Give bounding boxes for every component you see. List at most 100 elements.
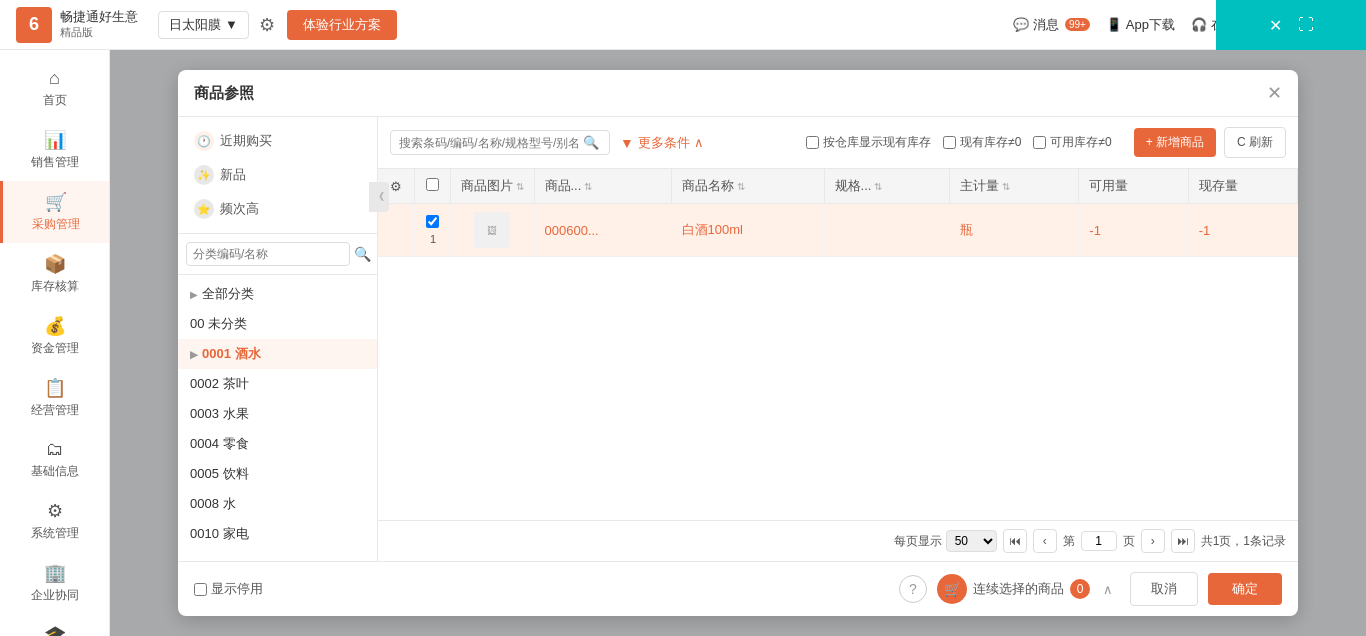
- teal-close-icon[interactable]: ✕: [1269, 16, 1282, 35]
- checkbox-stock-nonzero[interactable]: 现有库存≠0: [943, 134, 1021, 151]
- checkbox-available-nonzero-input[interactable]: [1033, 136, 1046, 149]
- show-disabled-checkbox-label[interactable]: 显示停用: [194, 580, 263, 598]
- recent-icon: 🕐: [194, 131, 214, 151]
- cart-count: 0: [1070, 579, 1090, 599]
- category-beverage[interactable]: 0005 饮料: [178, 459, 377, 489]
- refresh-button[interactable]: C 刷新: [1224, 127, 1286, 158]
- available-col-header: 可用量: [1079, 169, 1188, 204]
- new-product-item[interactable]: ✨ 新品: [186, 159, 369, 191]
- app-edition: 精品版: [60, 25, 138, 40]
- category-liquor[interactable]: ▶ 0001 酒水: [178, 339, 377, 369]
- category-liquor-label: 0001 酒水: [202, 345, 261, 363]
- sort-icon: ⇅: [516, 181, 524, 192]
- checkbox-stock-nonzero-input[interactable]: [943, 136, 956, 149]
- page-number-input[interactable]: [1081, 531, 1117, 551]
- store-selector[interactable]: 日太阳膜 ▼: [158, 11, 249, 39]
- collapse-cart-button[interactable]: ∧: [1096, 577, 1120, 601]
- sales-icon: 📊: [44, 129, 66, 151]
- product-stock: -1: [1199, 223, 1211, 238]
- sidebar-item-guide[interactable]: 🎓 新手引导: [0, 614, 109, 636]
- category-unclassified-label: 00 未分类: [190, 315, 247, 333]
- row-checkbox[interactable]: [426, 215, 439, 228]
- category-tea-label: 0002 茶叶: [190, 375, 249, 393]
- filter-icon: ▼: [620, 135, 634, 151]
- row-unit-cell: 瓶: [949, 204, 1078, 257]
- category-search-icon[interactable]: 🔍: [354, 246, 371, 262]
- app-download-button[interactable]: 📱 App下载: [1106, 16, 1175, 34]
- next-page-button[interactable]: ›: [1141, 529, 1165, 553]
- category-snacks-label: 0004 零食: [190, 435, 249, 453]
- sidebar-item-home[interactable]: ⌂ 首页: [0, 58, 109, 119]
- show-disabled-checkbox[interactable]: [194, 583, 207, 596]
- sort-icon-code: ⇅: [584, 181, 592, 192]
- headset-icon: 🎧: [1191, 17, 1207, 32]
- confirm-button[interactable]: 确定: [1208, 573, 1282, 605]
- message-button[interactable]: 💬 消息 99+: [1013, 16, 1090, 34]
- teal-expand-icon[interactable]: ⛶: [1298, 16, 1314, 34]
- category-fruit[interactable]: 0003 水果: [178, 399, 377, 429]
- checkbox-group: 按仓库显示现有库存 现有库存≠0 可用库存≠0: [806, 134, 1112, 151]
- help-icon[interactable]: ?: [899, 575, 927, 603]
- sidebar-home-label: 首页: [43, 92, 67, 109]
- product-reference-modal: 商品参照 ✕ 🕐 近期购买 ✨ 新: [178, 70, 1298, 616]
- frequent-item[interactable]: ⭐ 频次高: [186, 193, 369, 225]
- checkbox-by-warehouse[interactable]: 按仓库显示现有库存: [806, 134, 931, 151]
- cancel-button[interactable]: 取消: [1130, 572, 1198, 606]
- category-tea[interactable]: 0002 茶叶: [178, 369, 377, 399]
- mobile-icon: 📱: [1106, 17, 1122, 32]
- category-snacks[interactable]: 0004 零食: [178, 429, 377, 459]
- chevron-up-icon: ∧: [694, 135, 704, 150]
- sidebar-item-system[interactable]: ⚙ 系统管理: [0, 490, 109, 552]
- filter-label: 更多条件: [638, 134, 690, 152]
- checkbox-by-warehouse-label: 按仓库显示现有库存: [823, 134, 931, 151]
- cart-icon: 🛒: [937, 574, 967, 604]
- spec-col-header: 规格... ⇅: [824, 169, 949, 204]
- category-appliance[interactable]: 0010 家电: [178, 519, 377, 549]
- sidebar-item-basics[interactable]: 🗂 基础信息: [0, 429, 109, 490]
- product-table-wrapper: ⚙ 商品图片 ⇅: [378, 169, 1298, 520]
- filter-button[interactable]: ▼ 更多条件 ∧: [620, 134, 704, 152]
- first-page-button[interactable]: ⏮: [1003, 529, 1027, 553]
- category-unclassified[interactable]: 00 未分类: [178, 309, 377, 339]
- cart-label: 连续选择的商品: [973, 580, 1064, 598]
- select-all-checkbox[interactable]: [426, 178, 439, 191]
- total-info: 共1页，1条记录: [1201, 533, 1286, 550]
- modal-close-button[interactable]: ✕: [1267, 82, 1282, 104]
- purchase-icon: 🛒: [45, 191, 67, 213]
- img-col-label: 商品图片: [461, 177, 513, 195]
- prev-page-button[interactable]: ‹: [1033, 529, 1057, 553]
- category-search-input[interactable]: [186, 242, 350, 266]
- sort-icon-name: ⇅: [737, 181, 745, 192]
- category-water[interactable]: 0008 水: [178, 489, 377, 519]
- collapse-button[interactable]: 《: [369, 182, 389, 212]
- chevron-down-icon: ▼: [225, 17, 238, 32]
- page-size-dropdown[interactable]: 10 20 50 100: [946, 530, 997, 552]
- modal-header: 商品参照 ✕: [178, 70, 1298, 117]
- sidebar-purchase-label: 采购管理: [32, 216, 80, 233]
- experience-button[interactable]: 体验行业方案: [287, 10, 397, 40]
- gear-icon[interactable]: ⚙: [259, 14, 275, 36]
- row-checkbox-cell[interactable]: 1: [414, 204, 450, 257]
- recent-purchase-item[interactable]: 🕐 近期购买: [186, 125, 369, 157]
- check-col-header[interactable]: [414, 169, 450, 204]
- sidebar-item-enterprise[interactable]: 🏢 企业协同: [0, 552, 109, 614]
- checkbox-available-nonzero[interactable]: 可用库存≠0: [1033, 134, 1111, 151]
- category-all[interactable]: ▶ 全部分类: [178, 279, 377, 309]
- logo-text-area: 畅捷通好生意 精品版: [60, 9, 138, 41]
- row-name-cell: 白酒100ml: [671, 204, 824, 257]
- search-icon[interactable]: 🔍: [583, 135, 599, 150]
- basics-icon: 🗂: [46, 439, 64, 460]
- sidebar-item-finance[interactable]: 💰 资金管理: [0, 305, 109, 367]
- table-row[interactable]: 1 🖼 000600...: [378, 204, 1298, 257]
- category-search: 🔍: [178, 234, 377, 275]
- product-search-input[interactable]: [399, 136, 579, 150]
- sidebar-item-inventory[interactable]: 📦 库存核算: [0, 243, 109, 305]
- add-product-button[interactable]: + 新增商品: [1134, 128, 1216, 157]
- checkbox-by-warehouse-input[interactable]: [806, 136, 819, 149]
- last-page-button[interactable]: ⏭: [1171, 529, 1195, 553]
- sidebar-item-operations[interactable]: 📋 经营管理: [0, 367, 109, 429]
- page-label: 第: [1063, 533, 1075, 550]
- sidebar-item-purchase[interactable]: 🛒 采购管理: [0, 181, 109, 243]
- category-all-label: 全部分类: [202, 285, 254, 303]
- sidebar-item-sales[interactable]: 📊 销售管理: [0, 119, 109, 181]
